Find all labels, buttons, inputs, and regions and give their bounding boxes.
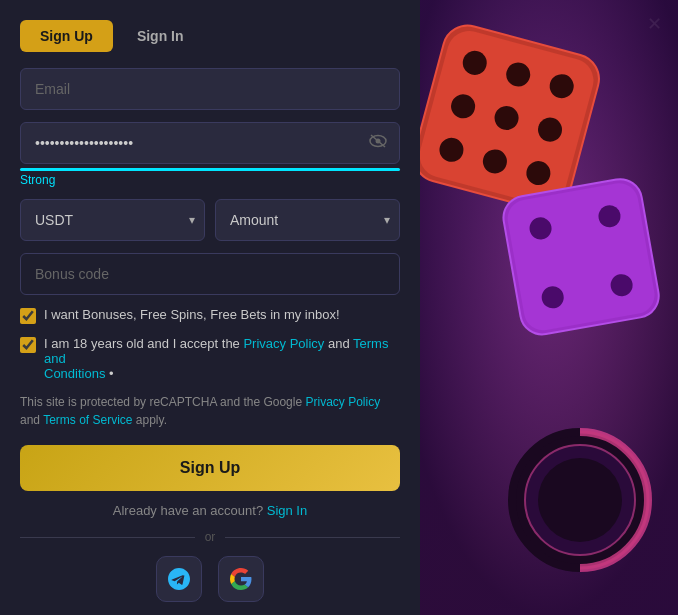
auth-tabs: Sign Up Sign In — [20, 20, 400, 52]
divider-line-right — [225, 537, 400, 538]
signup-panel: Sign Up Sign In Strong USDT BTC ETH — [0, 0, 420, 615]
toggle-password-icon[interactable] — [368, 134, 388, 152]
terms-consent-row: I am 18 years old and I accept the Priva… — [20, 336, 400, 381]
password-input[interactable] — [20, 122, 400, 164]
recaptcha-notice: This site is protected by reCAPTCHA and … — [20, 393, 400, 429]
currency-select-wrapper: USDT BTC ETH USD EUR ▾ — [20, 199, 205, 241]
recaptcha-text-2: apply. — [133, 413, 167, 427]
currency-amount-row: USDT BTC ETH USD EUR ▾ Amount ▾ — [20, 199, 400, 241]
svg-rect-16 — [505, 180, 658, 333]
bonus-field-wrapper — [20, 253, 400, 295]
email-field-wrapper — [20, 68, 400, 110]
email-input[interactable] — [20, 68, 400, 110]
privacy-policy-link[interactable]: Privacy Policy — [243, 336, 324, 351]
terms-consent-checkbox[interactable] — [20, 337, 36, 353]
strength-bar-indicator — [20, 168, 400, 171]
tab-signin[interactable]: Sign In — [117, 20, 204, 52]
password-field-wrapper — [20, 122, 400, 164]
tab-signup[interactable]: Sign Up — [20, 20, 113, 52]
telegram-login-button[interactable] — [156, 556, 202, 602]
terms-consent-label: I am 18 years old and I accept the Priva… — [44, 336, 400, 381]
amount-select-wrapper: Amount ▾ — [215, 199, 400, 241]
marketing-consent-row: I want Bonuses, Free Spins, Free Bets in… — [20, 307, 400, 324]
password-strength: Strong — [20, 168, 400, 187]
recaptcha-privacy-link[interactable]: Privacy Policy — [305, 395, 380, 409]
amount-select[interactable]: Amount — [215, 199, 400, 241]
social-login-row — [20, 556, 400, 602]
terms-pre-text: I am 18 years old and I accept the — [44, 336, 243, 351]
signup-button[interactable]: Sign Up — [20, 445, 400, 491]
bonus-code-input[interactable] — [20, 253, 400, 295]
decorative-panel: ✕ — [420, 0, 678, 615]
divider-line-left — [20, 537, 195, 538]
recaptcha-text-1: This site is protected by reCAPTCHA and … — [20, 395, 305, 409]
recaptcha-terms-link[interactable]: Terms of Service — [43, 413, 132, 427]
strength-label-text: Strong — [20, 173, 400, 187]
or-divider: or — [20, 530, 400, 544]
google-login-button[interactable] — [218, 556, 264, 602]
signin-link[interactable]: Sign In — [267, 503, 307, 518]
marketing-consent-checkbox[interactable] — [20, 308, 36, 324]
already-text: Already have an account? — [113, 503, 263, 518]
signin-prompt: Already have an account? Sign In — [20, 503, 400, 518]
marketing-consent-label: I want Bonuses, Free Spins, Free Bets in… — [44, 307, 340, 322]
svg-point-23 — [538, 458, 622, 542]
recaptcha-and: and — [20, 413, 43, 427]
terms-and-text: and — [324, 336, 353, 351]
or-label: or — [205, 530, 216, 544]
currency-select[interactable]: USDT BTC ETH USD EUR — [20, 199, 205, 241]
